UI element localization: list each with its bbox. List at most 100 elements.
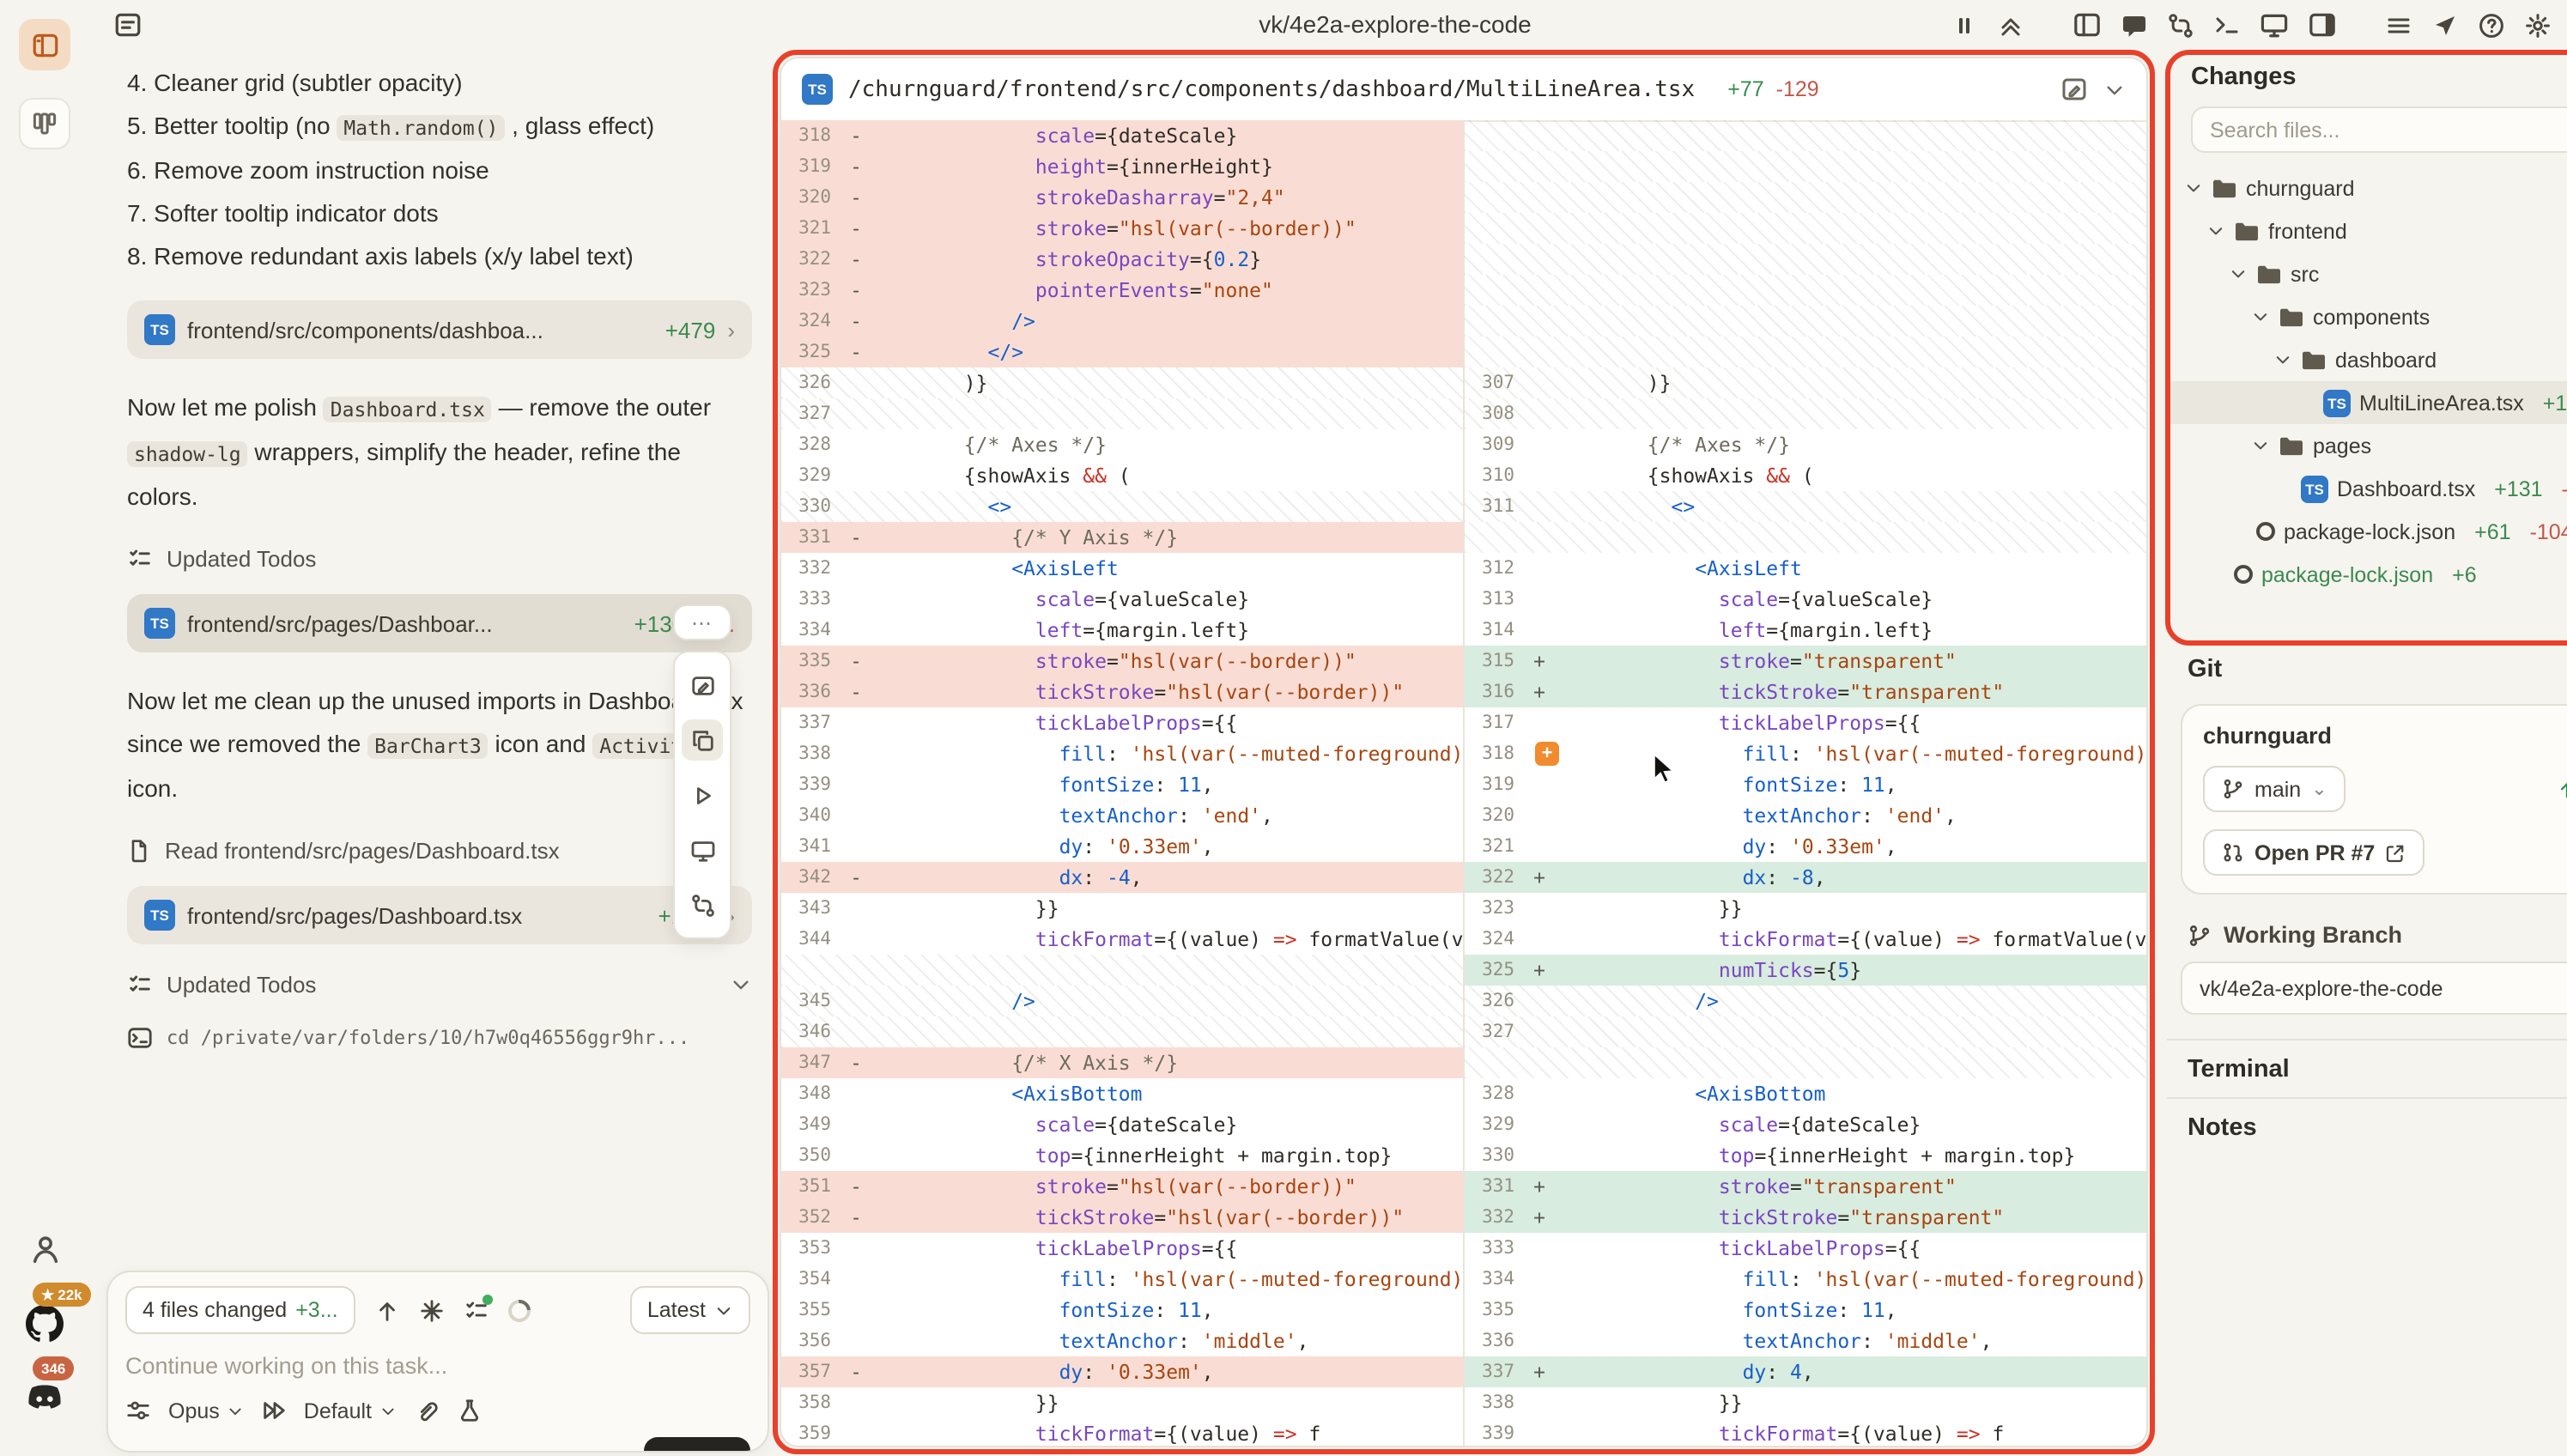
git-compare-icon[interactable]: [2167, 11, 2194, 39]
read-file-row[interactable]: Read frontend/src/pages/Dashboard.tsx: [127, 838, 752, 864]
diff-row: 351- stroke="hsl(var(--border))"331+ str…: [781, 1171, 2146, 1202]
document-icon: [127, 838, 151, 864]
chevron-down-icon[interactable]: [2229, 264, 2248, 283]
todo-list-item: 8. Remove redundant axis labels (x/y lab…: [127, 235, 752, 278]
menu-icon[interactable]: [2385, 11, 2412, 39]
inline-code: BarChart3: [367, 732, 489, 758]
add-comment-button[interactable]: +: [1535, 742, 1559, 766]
annotate-button[interactable]: [682, 664, 723, 706]
pointer-share-icon[interactable]: [2431, 11, 2459, 39]
terminal-icon[interactable]: [2213, 11, 2241, 39]
typescript-icon: TS: [802, 74, 833, 105]
tree-item-label: churnguard: [2246, 176, 2355, 200]
todo-status-icon[interactable]: [464, 1297, 489, 1323]
chevron-down-icon[interactable]: [730, 974, 752, 996]
working-branch-field[interactable]: vk/4e2a-explore-the-code: [2181, 962, 2567, 1015]
sparkle-icon[interactable]: [419, 1297, 445, 1323]
chevron-down-icon[interactable]: [2206, 221, 2225, 240]
account-button[interactable]: [19, 1222, 70, 1274]
diff-row: 343 }}323 }}: [781, 893, 2146, 924]
fast-forward-icon[interactable]: [261, 1398, 287, 1423]
notes-section-header[interactable]: Notes: [2167, 1099, 2567, 1156]
panel-left-icon[interactable]: [2072, 10, 2102, 39]
terminal-command-row[interactable]: cd /private/var/folders/10/h7w0q46556ggr…: [127, 1025, 752, 1051]
tree-item[interactable]: package-lock.json+61-104: [2170, 510, 2567, 553]
chat-bubble-icon[interactable]: [2121, 11, 2148, 39]
checklist-icon: [127, 972, 153, 998]
checklist-icon: [127, 546, 153, 572]
github-icon[interactable]: [19, 1298, 70, 1350]
scroll-up-icon[interactable]: [374, 1297, 400, 1323]
sliders-icon[interactable]: [125, 1398, 151, 1423]
files-changed-chip[interactable]: 4 files changed +3...: [125, 1286, 355, 1334]
chevron-down-icon[interactable]: [2251, 436, 2270, 455]
file-diff-chip[interactable]: TS frontend/src/pages/Dashboard.tsx +1 -…: [127, 886, 752, 944]
chevron-down-icon: [714, 1301, 733, 1320]
message-hover-toolbar: ⋯: [673, 604, 731, 939]
run-button[interactable]: [682, 774, 723, 816]
chevron-down-icon: ⌄: [2311, 778, 2327, 800]
file-diff-chip[interactable]: TS frontend/src/pages/Dashboar... +130 -…: [127, 594, 752, 652]
tree-item[interactable]: dashboard: [2170, 338, 2567, 381]
workspace-panel-button[interactable]: [19, 19, 70, 70]
working-branch-label: Working Branch: [2224, 922, 2402, 948]
compose-icon[interactable]: [113, 10, 143, 39]
tree-item[interactable]: TSMultiLineArea.tsx+110-16: [2170, 381, 2567, 424]
diff-row: 344 tickFormat={(value) => formatValue(v…: [781, 924, 2146, 955]
pause-icon[interactable]: [1951, 11, 1978, 39]
tree-item[interactable]: package-lock.json+6: [2170, 553, 2567, 596]
tree-item-label: frontend: [2268, 219, 2347, 243]
tree-item[interactable]: frontend: [2170, 209, 2567, 252]
chevron-down-icon[interactable]: [2251, 307, 2270, 326]
tree-item[interactable]: TSDashboard.tsx+131-233: [2170, 467, 2567, 510]
typescript-icon: TS: [2323, 389, 2351, 416]
commits-ahead: 1: [2556, 777, 2567, 801]
branch-selector[interactable]: main ⌄: [2203, 766, 2346, 812]
help-icon[interactable]: [2478, 11, 2505, 39]
latest-dropdown[interactable]: Latest: [630, 1286, 750, 1334]
attachment-icon[interactable]: [413, 1398, 439, 1423]
chevron-down-icon[interactable]: [2184, 179, 2203, 197]
added-lines-count: +61: [2474, 519, 2510, 543]
todo-list-item: 5. Better tooltip (no Math.random() , gl…: [127, 105, 752, 149]
status-dot: [482, 1294, 493, 1304]
tree-item[interactable]: pages: [2170, 424, 2567, 467]
open-pr-button[interactable]: Open PR #7: [2203, 829, 2424, 876]
kanban-board-button[interactable]: [19, 98, 70, 149]
compare-button[interactable]: [682, 884, 723, 925]
tree-item[interactable]: churnguard: [2170, 167, 2567, 209]
tree-item-label: pages: [2313, 434, 2371, 458]
search-files-input[interactable]: [2206, 116, 2567, 143]
chevron-down-icon[interactable]: [2103, 78, 2126, 100]
pencil-icon[interactable]: [125, 1448, 149, 1453]
monitor-icon[interactable]: [2260, 10, 2289, 39]
search-files-box[interactable]: [2191, 106, 2567, 153]
discord-icon[interactable]: [19, 1374, 70, 1425]
flask-icon[interactable]: [456, 1398, 482, 1423]
tree-item[interactable]: src: [2170, 252, 2567, 295]
send-button[interactable]: Send: [644, 1437, 750, 1453]
tree-item[interactable]: components: [2170, 295, 2567, 338]
updated-todos-row[interactable]: Updated Todos: [127, 546, 752, 572]
updated-todos-row[interactable]: Updated Todos: [127, 972, 752, 998]
settings-gear-icon[interactable]: [2524, 11, 2552, 39]
panel-right-icon[interactable]: [2308, 10, 2337, 39]
mode-dropdown[interactable]: Default: [304, 1398, 396, 1423]
inline-code: Dashboard.tsx: [324, 396, 492, 422]
terminal-section-header[interactable]: Terminal: [2167, 1040, 2567, 1097]
diff-row: 342- dx: -4,322+ dx: -8,: [781, 862, 2146, 893]
todo-list-item: 7. Softer tooltip indicator dots: [127, 192, 752, 235]
diff-view-mode-icon[interactable]: [2060, 76, 2088, 103]
diff-row: 347- {/* X Axis */}: [781, 1047, 2146, 1078]
chevrons-up-icon[interactable]: [1997, 11, 2024, 39]
model-dropdown[interactable]: Opus: [168, 1398, 244, 1423]
more-options-button[interactable]: ⋯: [673, 604, 731, 640]
chevron-right-icon: ›: [727, 317, 735, 343]
preview-button[interactable]: [682, 829, 723, 871]
pull-request-icon: [2222, 841, 2244, 864]
chevron-down-icon[interactable]: [2273, 350, 2292, 369]
message-input[interactable]: Continue working on this task...: [125, 1353, 750, 1379]
file-diff-chip[interactable]: TS frontend/src/components/dashboa... +4…: [127, 300, 752, 359]
copy-button[interactable]: [682, 719, 723, 761]
folder-icon: [2301, 349, 2327, 371]
